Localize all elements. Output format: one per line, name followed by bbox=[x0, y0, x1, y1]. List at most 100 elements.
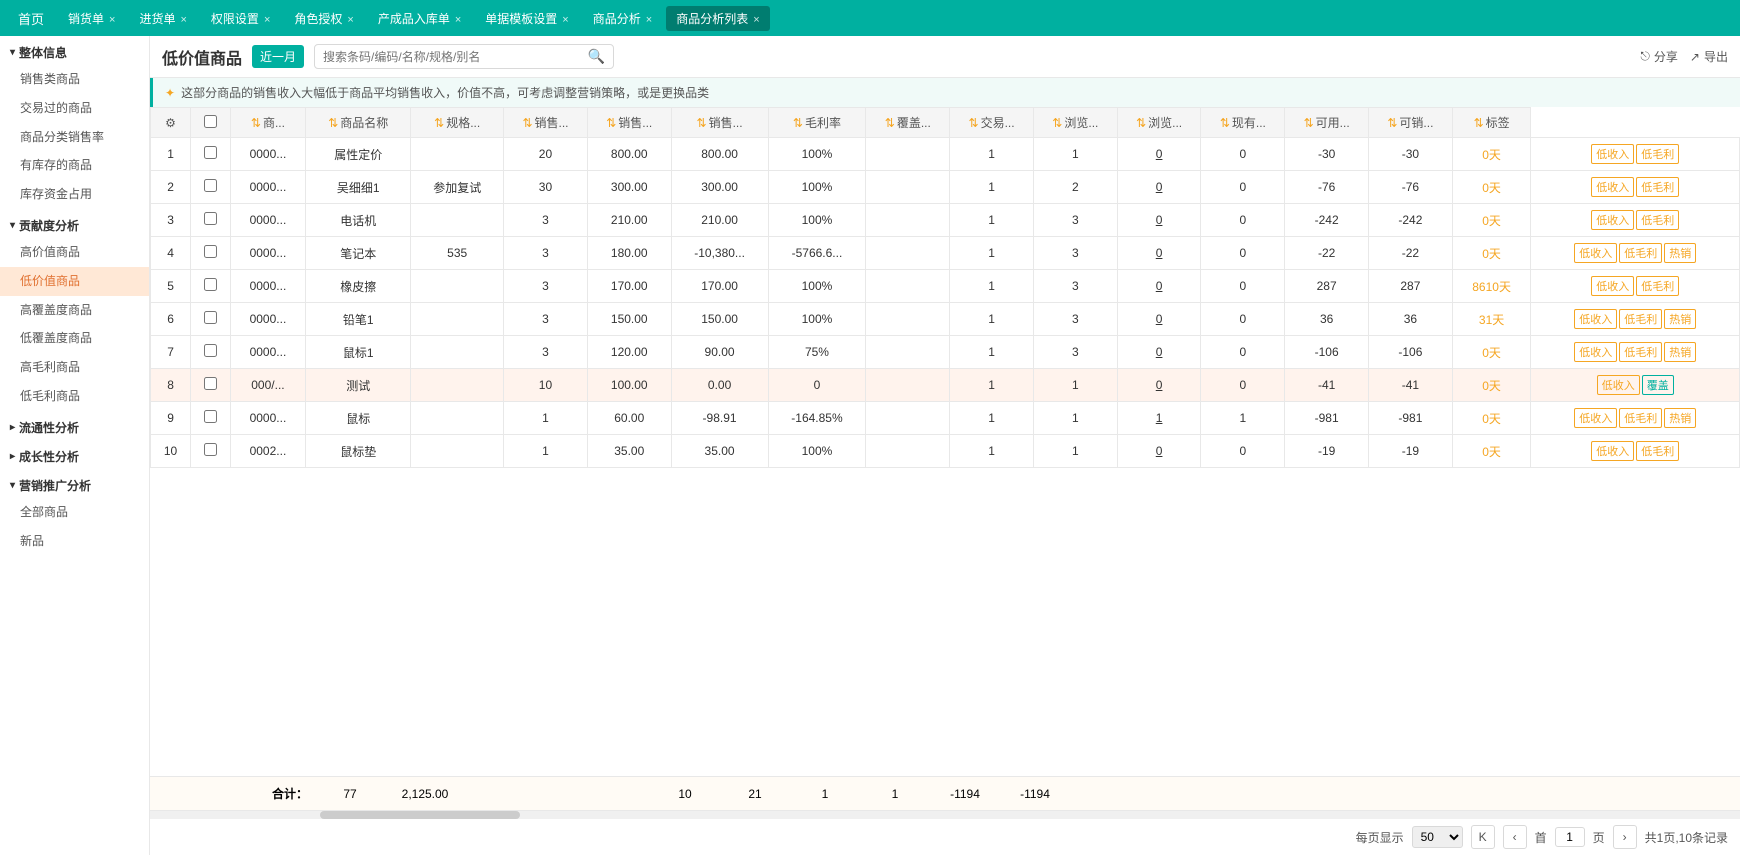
close-icon[interactable]: × bbox=[646, 14, 652, 26]
col-coverage[interactable]: ⇅覆盖... bbox=[866, 108, 950, 138]
browse-link[interactable]: 0 bbox=[1156, 147, 1163, 161]
browse-link[interactable]: 0 bbox=[1156, 246, 1163, 260]
next-page-button[interactable]: › bbox=[1613, 825, 1637, 849]
nav-template-settings[interactable]: 单据模板设置× bbox=[475, 6, 578, 31]
browse-link[interactable]: 0 bbox=[1156, 180, 1163, 194]
row-checkbox-cell[interactable] bbox=[191, 270, 231, 303]
close-icon[interactable]: × bbox=[264, 14, 270, 26]
sidebar-item-low-margin[interactable]: 低毛利商品 bbox=[0, 382, 149, 411]
col-tags[interactable]: ⇅标签 bbox=[1452, 108, 1531, 138]
nav-permission-settings[interactable]: 权限设置× bbox=[201, 6, 280, 31]
col-sale2[interactable]: ⇅销售... bbox=[587, 108, 671, 138]
share-button[interactable]: ⎋ 分享 bbox=[1640, 48, 1678, 65]
close-icon[interactable]: × bbox=[347, 14, 353, 26]
row-checkbox-cell[interactable] bbox=[191, 204, 231, 237]
col-sale1[interactable]: ⇅销售... bbox=[504, 108, 588, 138]
row-checkbox[interactable] bbox=[204, 212, 217, 225]
product-name: 鼠标 bbox=[306, 402, 411, 435]
browse-link[interactable]: 0 bbox=[1156, 312, 1163, 326]
close-icon[interactable]: × bbox=[180, 14, 186, 26]
sidebar-item-high-coverage[interactable]: 高覆盖度商品 bbox=[0, 296, 149, 325]
sidebar-item-traded-products[interactable]: 交易过的商品 bbox=[0, 94, 149, 123]
page-size-select[interactable]: 50 100 200 bbox=[1412, 826, 1463, 848]
row-checkbox[interactable] bbox=[204, 344, 217, 357]
search-icon[interactable]: 🔍 bbox=[588, 48, 605, 65]
select-all-checkbox[interactable] bbox=[204, 115, 217, 128]
nav-product-analysis-list[interactable]: 商品分析列表× bbox=[666, 6, 769, 31]
sidebar-item-high-margin[interactable]: 高毛利商品 bbox=[0, 353, 149, 382]
col-browse2[interactable]: ⇅浏览... bbox=[1117, 108, 1201, 138]
row-checkbox-cell[interactable] bbox=[191, 171, 231, 204]
sidebar-group-overall[interactable]: ▾ 整体信息 bbox=[0, 36, 149, 65]
row-checkbox-cell[interactable] bbox=[191, 369, 231, 402]
period-button[interactable]: 近一月 bbox=[252, 45, 304, 68]
scrollbar-thumb[interactable] bbox=[320, 811, 520, 819]
search-input[interactable] bbox=[323, 50, 583, 64]
sidebar-item-stock-capital[interactable]: 库存资金占用 bbox=[0, 180, 149, 209]
row-checkbox[interactable] bbox=[204, 179, 217, 192]
sidebar-item-high-value[interactable]: 高价值商品 bbox=[0, 238, 149, 267]
close-icon[interactable]: × bbox=[562, 14, 568, 26]
browse-link[interactable]: 0 bbox=[1156, 279, 1163, 293]
col-spec[interactable]: ⇅规格... bbox=[411, 108, 504, 138]
sidebar-group-circulation[interactable]: ▸ 流通性分析 bbox=[0, 411, 149, 440]
row-checkbox[interactable] bbox=[204, 245, 217, 258]
export-button[interactable]: ↗ 导出 bbox=[1690, 48, 1728, 65]
sidebar-group-growth[interactable]: ▸ 成长性分析 bbox=[0, 440, 149, 469]
close-icon[interactable]: × bbox=[109, 14, 115, 26]
nav-role-auth[interactable]: 角色授权× bbox=[284, 6, 363, 31]
nav-purchase-order[interactable]: 进货单× bbox=[129, 6, 196, 31]
sidebar-item-new-products[interactable]: 新品 bbox=[0, 527, 149, 556]
row-checkbox-cell[interactable] bbox=[191, 237, 231, 270]
col-stock[interactable]: ⇅现有... bbox=[1201, 108, 1285, 138]
search-box: 🔍 bbox=[314, 44, 614, 69]
sidebar-item-all-products[interactable]: 全部商品 bbox=[0, 498, 149, 527]
col-browse1[interactable]: ⇅浏览... bbox=[1033, 108, 1117, 138]
row-checkbox-cell[interactable] bbox=[191, 402, 231, 435]
row-checkbox-cell[interactable] bbox=[191, 303, 231, 336]
nav-home[interactable]: 首页 bbox=[8, 5, 54, 32]
row-checkbox-cell[interactable] bbox=[191, 336, 231, 369]
row-checkbox[interactable] bbox=[204, 443, 217, 456]
prev-page-button[interactable]: ‹ bbox=[1503, 825, 1527, 849]
col-checkbox[interactable] bbox=[191, 108, 231, 138]
nav-product-instock[interactable]: 产成品入库单× bbox=[368, 6, 471, 31]
page-size-label: 每页显示 bbox=[1356, 829, 1404, 846]
row-checkbox[interactable] bbox=[204, 410, 217, 423]
available-quantity: -19 bbox=[1369, 435, 1453, 468]
row-number: 10 bbox=[151, 435, 191, 468]
browse-link[interactable]: 0 bbox=[1156, 213, 1163, 227]
col-avail[interactable]: ⇅可用... bbox=[1285, 108, 1369, 138]
browse-link[interactable]: 0 bbox=[1156, 444, 1163, 458]
sidebar-item-sales-products[interactable]: 销售类商品 bbox=[0, 65, 149, 94]
sidebar-group-contribution[interactable]: ▾ 贡献度分析 bbox=[0, 209, 149, 238]
row-checkbox[interactable] bbox=[204, 278, 217, 291]
browse-link[interactable]: 0 bbox=[1156, 378, 1163, 392]
sidebar-group-marketing[interactable]: ▾ 营销推广分析 bbox=[0, 469, 149, 498]
row-checkbox[interactable] bbox=[204, 377, 217, 390]
nav-product-analysis[interactable]: 商品分析× bbox=[583, 6, 662, 31]
sidebar-item-stock-products[interactable]: 有库存的商品 bbox=[0, 151, 149, 180]
col-settings[interactable]: ⚙ bbox=[151, 108, 191, 138]
browse-link[interactable]: 0 bbox=[1156, 345, 1163, 359]
col-code[interactable]: ⇅商... bbox=[230, 108, 306, 138]
sidebar-item-low-coverage[interactable]: 低覆盖度商品 bbox=[0, 324, 149, 353]
row-checkbox-cell[interactable] bbox=[191, 435, 231, 468]
col-sellable[interactable]: ⇅可销... bbox=[1369, 108, 1453, 138]
horizontal-scrollbar[interactable] bbox=[150, 811, 1740, 819]
sidebar-item-low-value[interactable]: 低价值商品 bbox=[0, 267, 149, 296]
page-number-input[interactable] bbox=[1555, 827, 1585, 847]
col-name[interactable]: ⇅商品名称 bbox=[306, 108, 411, 138]
sidebar-item-category-sales-rate[interactable]: 商品分类销售率 bbox=[0, 123, 149, 152]
close-icon[interactable]: × bbox=[455, 14, 461, 26]
col-gross-margin[interactable]: ⇅毛利率 bbox=[768, 108, 866, 138]
row-checkbox[interactable] bbox=[204, 311, 217, 324]
browse-link[interactable]: 1 bbox=[1156, 411, 1163, 425]
nav-sales-order[interactable]: 销货单× bbox=[58, 6, 125, 31]
close-icon[interactable]: × bbox=[753, 14, 759, 26]
col-trade[interactable]: ⇅交易... bbox=[950, 108, 1034, 138]
row-checkbox[interactable] bbox=[204, 146, 217, 159]
first-page-button[interactable]: K bbox=[1471, 825, 1495, 849]
col-sale3[interactable]: ⇅销售... bbox=[671, 108, 768, 138]
row-checkbox-cell[interactable] bbox=[191, 138, 231, 171]
